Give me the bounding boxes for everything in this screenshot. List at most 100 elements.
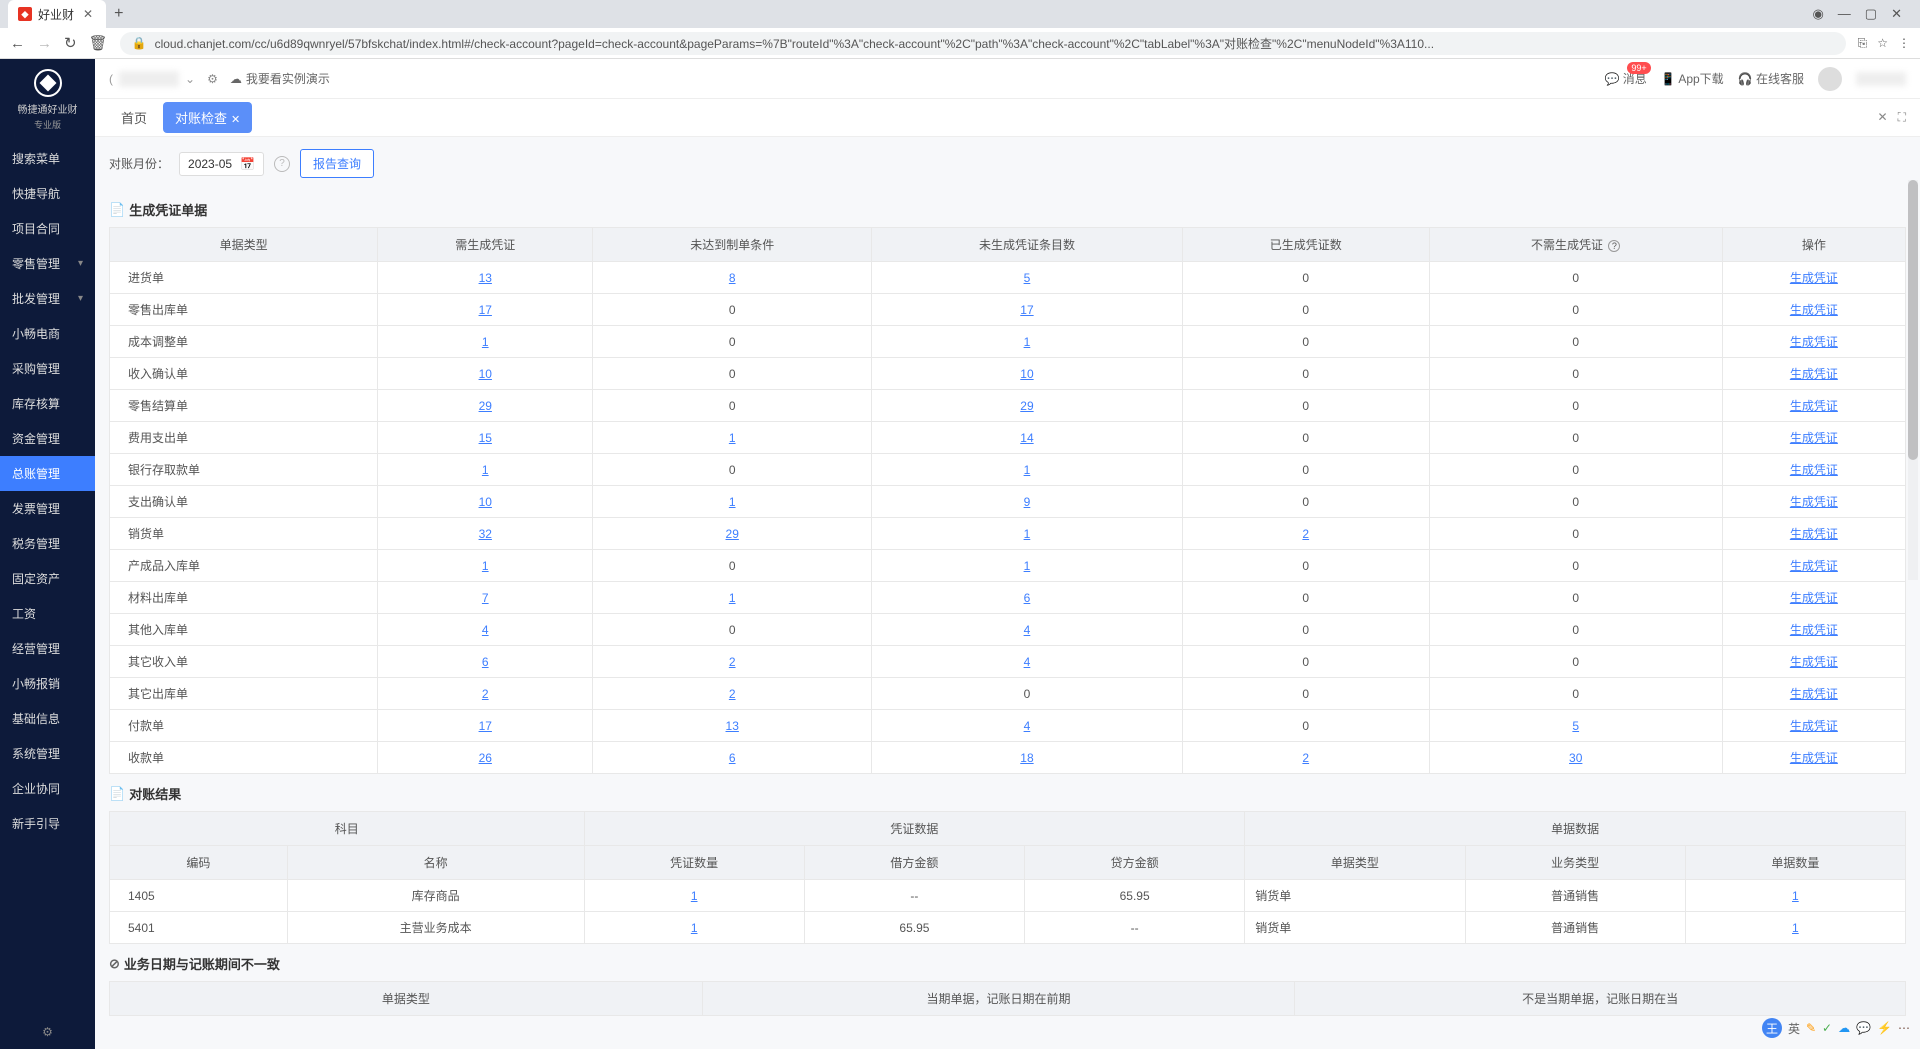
sidebar-item-12[interactable]: 固定资产	[0, 561, 95, 596]
link-cell[interactable]: 14	[1020, 431, 1033, 445]
float-cloud-icon[interactable]: ☁	[1838, 1021, 1850, 1035]
reload-icon[interactable]: ↻	[64, 34, 77, 52]
avatar[interactable]	[1818, 67, 1842, 91]
link-cell[interactable]: 1	[1024, 463, 1031, 477]
close-all-icon[interactable]: ✕	[1878, 110, 1888, 125]
generate-voucher-link[interactable]: 生成凭证	[1790, 719, 1838, 733]
link-cell[interactable]: 13	[726, 719, 739, 733]
help-icon[interactable]: ?	[1608, 240, 1620, 252]
float-tool-icon[interactable]: ⚡	[1877, 1021, 1892, 1035]
minimize-icon[interactable]: —	[1838, 6, 1851, 22]
menu-icon[interactable]: ⋮	[1898, 36, 1910, 51]
sidebar-item-13[interactable]: 工资	[0, 596, 95, 631]
float-edit-icon[interactable]: ✎	[1806, 1021, 1816, 1035]
messages-button[interactable]: 💬 消息 99+	[1605, 70, 1647, 87]
star-icon[interactable]: ☆	[1877, 36, 1888, 51]
sidebar-item-17[interactable]: 系统管理	[0, 736, 95, 771]
back-icon[interactable]: ←	[10, 35, 25, 52]
sidebar-settings-icon[interactable]: ⚙	[0, 1015, 95, 1049]
link-cell[interactable]: 1	[1792, 889, 1799, 903]
link-cell[interactable]: 6	[729, 751, 736, 765]
close-window-icon[interactable]: ✕	[1891, 6, 1902, 22]
sidebar-item-19[interactable]: 新手引导	[0, 806, 95, 841]
link-cell[interactable]: 1	[1024, 559, 1031, 573]
sidebar-item-1[interactable]: 快捷导航	[0, 176, 95, 211]
org-selector[interactable]: ( ⌄	[109, 71, 195, 87]
link-cell[interactable]: 4	[1024, 655, 1031, 669]
float-msg-icon[interactable]: 💬	[1856, 1021, 1871, 1035]
report-query-button[interactable]: 报告查询	[300, 149, 374, 178]
link-cell[interactable]: 1	[729, 591, 736, 605]
help-icon[interactable]: ?	[274, 156, 290, 172]
url-bar[interactable]: 🔒 cloud.chanjet.com/cc/u6d89qwnryel/57bf…	[120, 32, 1846, 55]
install-icon[interactable]: ⎘	[1858, 36, 1868, 51]
generate-voucher-link[interactable]: 生成凭证	[1790, 751, 1838, 765]
link-cell[interactable]: 32	[479, 527, 492, 541]
sidebar-item-5[interactable]: 小畅电商	[0, 316, 95, 351]
generate-voucher-link[interactable]: 生成凭证	[1790, 399, 1838, 413]
link-cell[interactable]: 1	[691, 921, 698, 935]
sidebar-item-6[interactable]: 采购管理	[0, 351, 95, 386]
link-cell[interactable]: 10	[1020, 367, 1033, 381]
scrollbar[interactable]	[1908, 180, 1918, 580]
link-cell[interactable]: 15	[479, 431, 492, 445]
generate-voucher-link[interactable]: 生成凭证	[1790, 623, 1838, 637]
link-cell[interactable]: 26	[479, 751, 492, 765]
link-cell[interactable]: 2	[1302, 527, 1309, 541]
generate-voucher-link[interactable]: 生成凭证	[1790, 431, 1838, 445]
sidebar-item-7[interactable]: 库存核算	[0, 386, 95, 421]
link-cell[interactable]: 18	[1020, 751, 1033, 765]
trash-icon[interactable]: 🗑	[89, 34, 108, 52]
link-cell[interactable]: 5	[1572, 719, 1579, 733]
demo-link[interactable]: ☁ 我要看实例演示	[230, 70, 330, 87]
sidebar-item-2[interactable]: 项目合同	[0, 211, 95, 246]
sidebar-item-3[interactable]: 零售管理▾	[0, 246, 95, 281]
generate-voucher-link[interactable]: 生成凭证	[1790, 527, 1838, 541]
link-cell[interactable]: 7	[482, 591, 489, 605]
link-cell[interactable]: 10	[479, 495, 492, 509]
link-cell[interactable]: 1	[729, 495, 736, 509]
sidebar-item-15[interactable]: 小畅报销	[0, 666, 95, 701]
link-cell[interactable]: 17	[1020, 303, 1033, 317]
sidebar-item-16[interactable]: 基础信息	[0, 701, 95, 736]
link-cell[interactable]: 4	[482, 623, 489, 637]
scrollbar-thumb[interactable]	[1908, 180, 1918, 460]
float-more-icon[interactable]: ⋯	[1898, 1021, 1910, 1035]
gear-icon[interactable]: ⚙	[207, 72, 218, 86]
link-cell[interactable]: 9	[1024, 495, 1031, 509]
link-cell[interactable]: 30	[1569, 751, 1582, 765]
link-cell[interactable]: 13	[479, 271, 492, 285]
sidebar-item-10[interactable]: 发票管理	[0, 491, 95, 526]
tab-check-account[interactable]: 对账检查✕	[163, 102, 252, 133]
browser-tab[interactable]: ◆ 好业财 ✕	[8, 0, 106, 28]
new-tab-button[interactable]: +	[106, 5, 131, 23]
link-cell[interactable]: 2	[482, 687, 489, 701]
link-cell[interactable]: 1	[482, 463, 489, 477]
link-cell[interactable]: 4	[1024, 719, 1031, 733]
maximize-icon[interactable]: ▢	[1865, 6, 1877, 22]
generate-voucher-link[interactable]: 生成凭证	[1790, 367, 1838, 381]
float-check-icon[interactable]: ✓	[1822, 1021, 1832, 1035]
generate-voucher-link[interactable]: 生成凭证	[1790, 303, 1838, 317]
link-cell[interactable]: 1	[1024, 527, 1031, 541]
generate-voucher-link[interactable]: 生成凭证	[1790, 271, 1838, 285]
link-cell[interactable]: 29	[1020, 399, 1033, 413]
link-cell[interactable]: 6	[482, 655, 489, 669]
tab-close-icon[interactable]: ✕	[231, 114, 240, 126]
generate-voucher-link[interactable]: 生成凭证	[1790, 495, 1838, 509]
link-cell[interactable]: 1	[729, 431, 736, 445]
generate-voucher-link[interactable]: 生成凭证	[1790, 591, 1838, 605]
sidebar-item-18[interactable]: 企业协同	[0, 771, 95, 806]
online-service-button[interactable]: 🎧 在线客服	[1738, 70, 1804, 87]
float-ime-icon[interactable]: 王	[1762, 1018, 1782, 1038]
sidebar-item-9[interactable]: 总账管理	[0, 456, 95, 491]
account-icon[interactable]: ◉	[1812, 6, 1823, 22]
tab-close-icon[interactable]: ✕	[80, 7, 96, 21]
sidebar-item-4[interactable]: 批发管理▾	[0, 281, 95, 316]
link-cell[interactable]: 17	[479, 719, 492, 733]
sidebar-item-11[interactable]: 税务管理	[0, 526, 95, 561]
link-cell[interactable]: 1	[1024, 335, 1031, 349]
link-cell[interactable]: 2	[729, 655, 736, 669]
link-cell[interactable]: 1	[1792, 921, 1799, 935]
link-cell[interactable]: 1	[691, 889, 698, 903]
